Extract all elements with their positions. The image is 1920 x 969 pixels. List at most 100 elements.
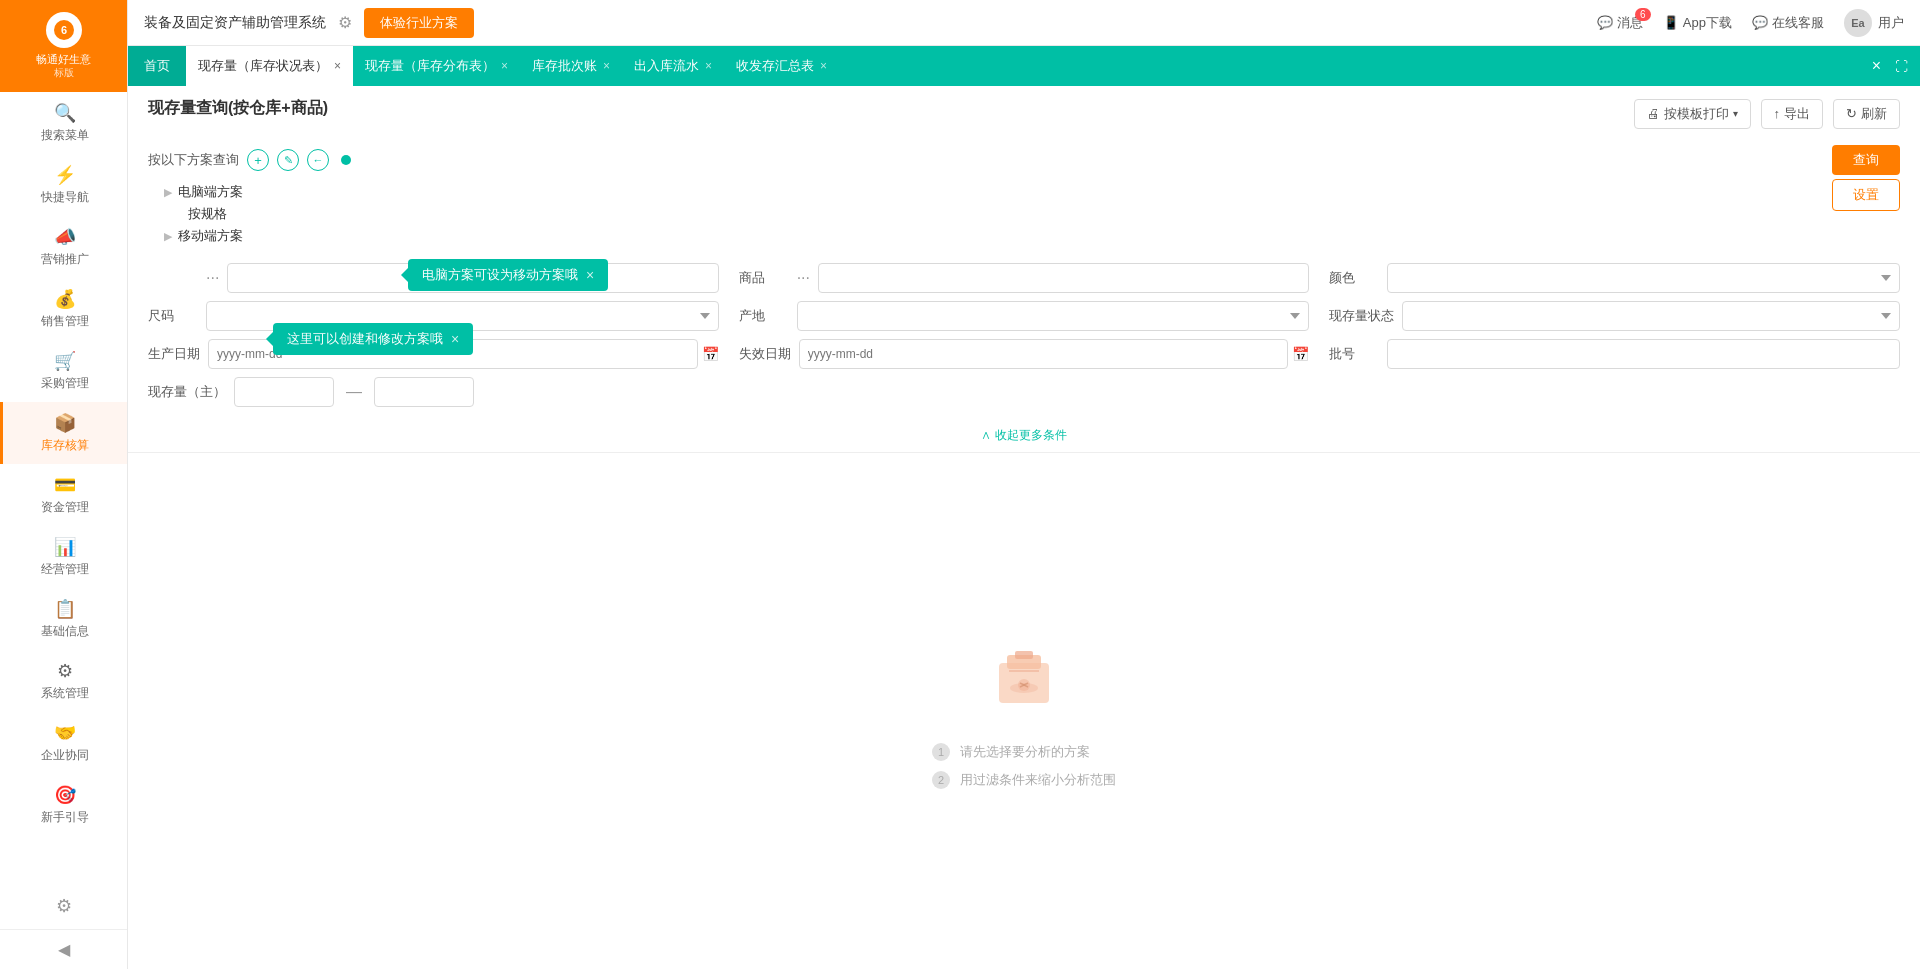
query-label-row: 按以下方案查询 + ✎ ← bbox=[148, 149, 1900, 171]
sidebar-bottom: ⚙ ◀ bbox=[0, 885, 127, 969]
print-btn[interactable]: 🖨 按模板打印 ▾ bbox=[1634, 99, 1751, 129]
tooltip-edit: 这里可以创建和修改方案哦 × bbox=[273, 323, 473, 355]
tab-home[interactable]: 首页 bbox=[128, 46, 186, 86]
batch-no-input[interactable] bbox=[1387, 339, 1900, 369]
system-icon: ⚙ bbox=[57, 660, 73, 682]
refresh-btn[interactable]: ↻ 刷新 bbox=[1833, 99, 1900, 129]
filter-stock-status: 现存量状态 bbox=[1329, 301, 1900, 331]
topbar-settings-icon[interactable]: ⚙ bbox=[338, 13, 352, 32]
sidebar-item-finance[interactable]: 💳 资金管理 bbox=[0, 464, 127, 526]
tooltip-edit-close[interactable]: × bbox=[451, 331, 459, 347]
user-label: 用户 bbox=[1878, 14, 1904, 32]
sidebar-item-sales[interactable]: 💰 销售管理 bbox=[0, 278, 127, 340]
user-avatar-text: Ea bbox=[1851, 17, 1864, 29]
tab-batch-account[interactable]: 库存批次账 × bbox=[520, 46, 622, 86]
query-label: 按以下方案查询 bbox=[148, 151, 239, 169]
add-plan-btn[interactable]: + bbox=[247, 149, 269, 171]
batch-no-label: 批号 bbox=[1329, 345, 1379, 363]
expire-date-input[interactable] bbox=[799, 339, 1289, 369]
plan-expand-icon[interactable]: ▶ bbox=[164, 186, 172, 199]
plan-btn[interactable]: 体验行业方案 bbox=[364, 8, 474, 38]
sidebar-settings-btn[interactable]: ⚙ bbox=[0, 885, 127, 929]
tab-maximize-btn[interactable]: ⛶ bbox=[1891, 57, 1912, 76]
svg-text:6: 6 bbox=[60, 24, 66, 36]
tab-inventory-status-close[interactable]: × bbox=[334, 59, 341, 73]
size-label: 尺码 bbox=[148, 307, 198, 325]
topbar-left: 装备及固定资产辅助管理系统 ⚙ 体验行业方案 bbox=[144, 8, 474, 38]
tab-home-label: 首页 bbox=[144, 57, 170, 75]
sidebar-item-search[interactable]: 🔍 搜索菜单 bbox=[0, 92, 127, 154]
user-btn[interactable]: Ea 用户 bbox=[1844, 9, 1904, 37]
color-label: 颜色 bbox=[1329, 269, 1379, 287]
sidebar-item-marketing[interactable]: 📣 营销推广 bbox=[0, 216, 127, 278]
sidebar-item-quicknav[interactable]: ⚡ 快捷导航 bbox=[0, 154, 127, 216]
color-select[interactable] bbox=[1387, 263, 1900, 293]
system-title: 装备及固定资产辅助管理系统 bbox=[144, 14, 326, 32]
prev-plan-btn[interactable]: ← bbox=[307, 149, 329, 171]
sidebar-item-inventory[interactable]: 📦 库存核算 bbox=[0, 402, 127, 464]
sidebar-collapse-btn[interactable]: ◀ bbox=[0, 929, 127, 969]
expire-date-cal-icon[interactable]: 📅 bbox=[1292, 346, 1309, 362]
tab-batch-account-close[interactable]: × bbox=[603, 59, 610, 73]
app-download-btn[interactable]: 📱 App下载 bbox=[1663, 14, 1732, 32]
online-support-label: 在线客服 bbox=[1772, 14, 1824, 32]
logo-sub: 标版 bbox=[54, 66, 74, 80]
tab-inventory-status[interactable]: 现存量（库存状况表） × bbox=[186, 46, 353, 86]
goods-input-wrap[interactable] bbox=[818, 263, 1309, 293]
tabbar: 首页 现存量（库存状况表） × 现存量（库存分布表） × 库存批次账 × 出入库… bbox=[128, 46, 1920, 86]
export-btn[interactable]: ↑ 导出 bbox=[1761, 99, 1824, 129]
inventory-icon: 📦 bbox=[54, 412, 76, 434]
sidebar-item-basic[interactable]: 📋 基础信息 bbox=[0, 588, 127, 650]
empty-state: 1 请先选择要分析的方案 2 用过滤条件来缩小分析范围 bbox=[128, 453, 1920, 969]
collapse-icon-up: ∧ bbox=[981, 428, 991, 442]
notice-btn[interactable]: 💬 消息 6 bbox=[1597, 14, 1643, 32]
produce-date-label: 生产日期 bbox=[148, 345, 200, 363]
reset-btn[interactable]: 设置 bbox=[1832, 179, 1900, 211]
refresh-btn-label: 刷新 bbox=[1861, 105, 1887, 123]
plan-tree-desktop: ▶ 电脑端方案 bbox=[164, 181, 1900, 203]
sidebar-item-guide-label: 新手引导 bbox=[41, 809, 89, 826]
edit-plan-btn[interactable]: ✎ bbox=[277, 149, 299, 171]
phone-icon: 📱 bbox=[1663, 15, 1679, 30]
empty-step-2: 2 用过滤条件来缩小分析范围 bbox=[932, 771, 1116, 789]
sidebar-item-enterprise[interactable]: 🤝 企业协同 bbox=[0, 712, 127, 774]
filter-color: 颜色 bbox=[1329, 263, 1900, 293]
tab-inout-flow-close[interactable]: × bbox=[705, 59, 712, 73]
stock-main-from[interactable] bbox=[234, 377, 334, 407]
tab-close-all-btn[interactable]: × bbox=[1868, 55, 1885, 77]
tab-collect-summary[interactable]: 收发存汇总表 × bbox=[724, 46, 839, 86]
goods-dots[interactable]: ··· bbox=[797, 269, 810, 287]
user-avatar: Ea bbox=[1844, 9, 1872, 37]
produce-date-cal-icon[interactable]: 📅 bbox=[702, 346, 719, 362]
tab-collect-summary-close[interactable]: × bbox=[820, 59, 827, 73]
goods-label: 商品 bbox=[739, 269, 789, 287]
tooltip-plan-close[interactable]: × bbox=[586, 267, 594, 283]
mobile-plan-expand-icon[interactable]: ▶ bbox=[164, 230, 172, 243]
warehouse-dots[interactable]: ··· bbox=[206, 269, 219, 287]
search-btn[interactable]: 查询 bbox=[1832, 145, 1900, 175]
sidebar-item-search-label: 搜索菜单 bbox=[41, 127, 89, 144]
desktop-sub-label: 按规格 bbox=[188, 205, 227, 223]
stock-status-select[interactable] bbox=[1402, 301, 1900, 331]
sidebar-item-guide[interactable]: 🎯 新手引导 bbox=[0, 774, 127, 836]
connector-dot bbox=[341, 155, 351, 165]
tab-collect-summary-label: 收发存汇总表 bbox=[736, 57, 814, 75]
tab-inventory-dist-close[interactable]: × bbox=[501, 59, 508, 73]
origin-select[interactable] bbox=[797, 301, 1310, 331]
sidebar-item-operations[interactable]: 📊 经营管理 bbox=[0, 526, 127, 588]
collapse-label: 收起更多条件 bbox=[995, 428, 1067, 442]
desktop-plan-label: 电脑端方案 bbox=[178, 183, 243, 201]
stock-main-to[interactable] bbox=[374, 377, 474, 407]
settings-bottom-icon: ⚙ bbox=[56, 895, 72, 917]
tab-inventory-status-label: 现存量（库存状况表） bbox=[198, 57, 328, 75]
topbar-right: 💬 消息 6 📱 App下载 💬 在线客服 Ea 用户 bbox=[1597, 9, 1904, 37]
online-support-btn[interactable]: 💬 在线客服 bbox=[1752, 14, 1824, 32]
print-icon: 🖨 bbox=[1647, 106, 1660, 121]
sidebar-item-enterprise-label: 企业协同 bbox=[41, 747, 89, 764]
page-content: 现存量查询(按仓库+商品) 🖨 按模板打印 ▾ ↑ 导出 ↻ 刷新 bbox=[128, 86, 1920, 969]
tab-inventory-dist[interactable]: 现存量（库存分布表） × bbox=[353, 46, 520, 86]
tab-inout-flow[interactable]: 出入库流水 × bbox=[622, 46, 724, 86]
collapse-bar[interactable]: ∧ 收起更多条件 bbox=[128, 419, 1920, 453]
sidebar-item-system[interactable]: ⚙ 系统管理 bbox=[0, 650, 127, 712]
sidebar-item-purchase[interactable]: 🛒 采购管理 bbox=[0, 340, 127, 402]
